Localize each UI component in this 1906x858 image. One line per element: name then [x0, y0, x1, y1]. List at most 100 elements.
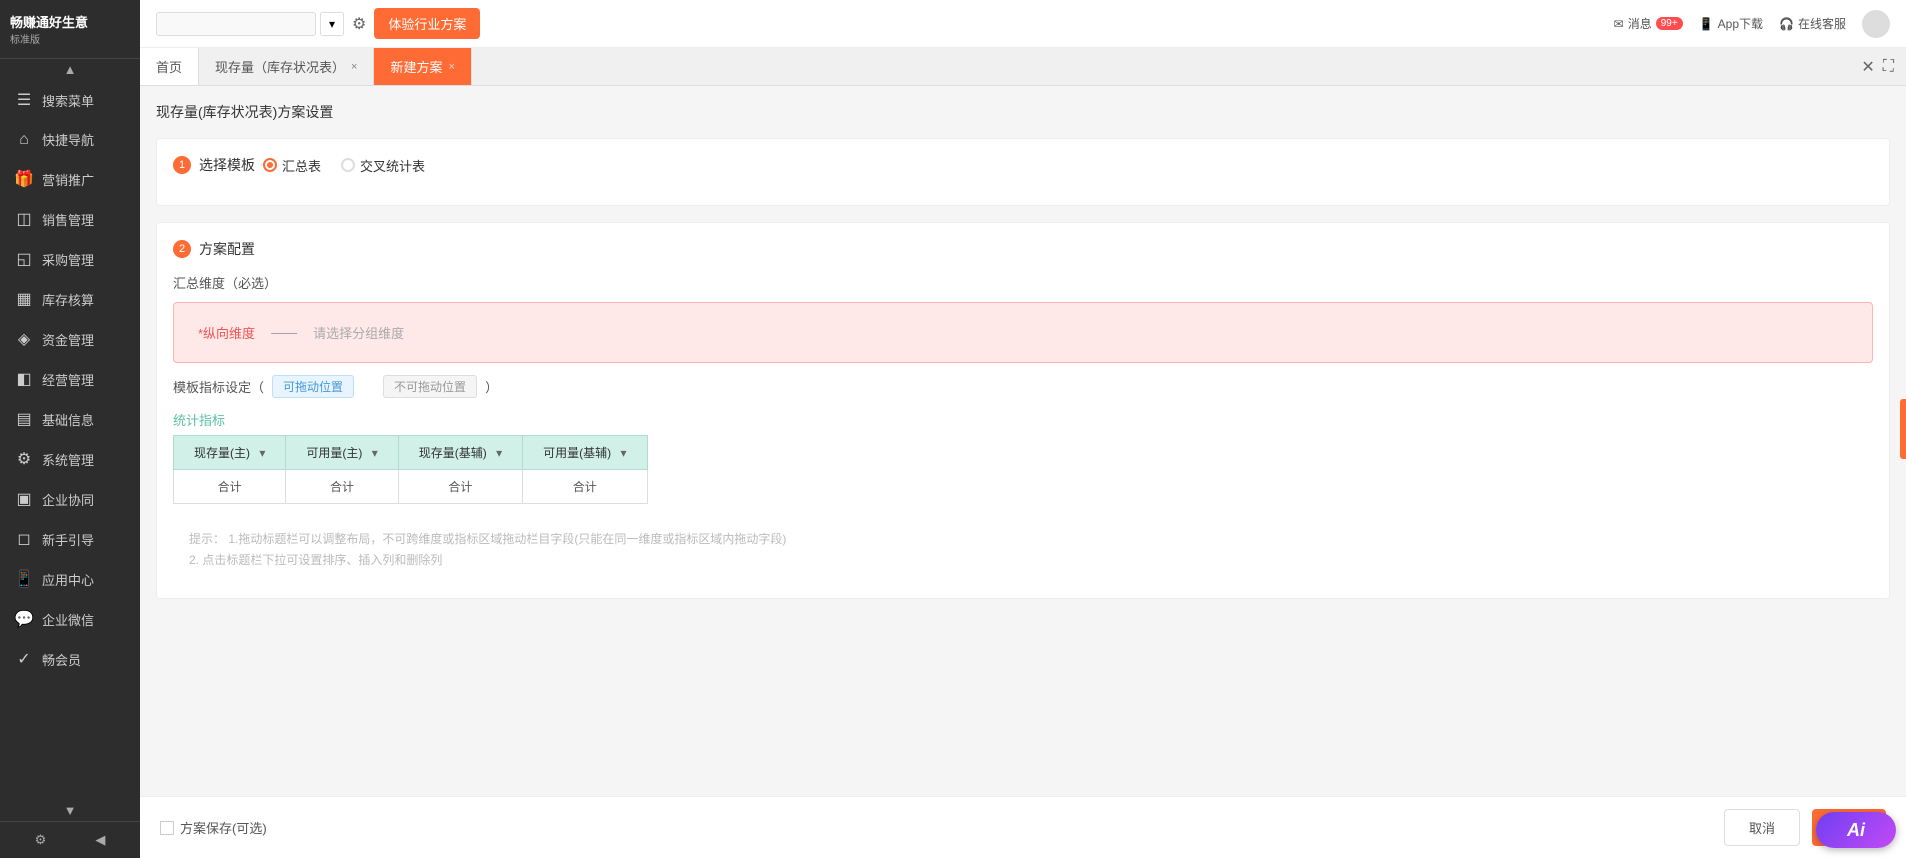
step1-card: 1 选择模板 汇总表 交叉统计表 [156, 138, 1890, 206]
stats-section: 统计指标 现存量(主) ▾ 可用量(主) ▾ [173, 410, 1873, 504]
sidebar-scroll-up[interactable]: ▲ [0, 59, 140, 80]
sidebar-item-finance[interactable]: ◈ 资金管理 [0, 319, 140, 359]
user-avatar[interactable] [1862, 10, 1890, 38]
message-icon: ✉ [1614, 17, 1624, 31]
app-edition: 标准版 [10, 31, 130, 46]
col-chevron-0[interactable]: ▾ [259, 446, 265, 460]
save-checkbox[interactable] [160, 821, 174, 835]
sidebar-item-system[interactable]: ⚙ 系统管理 [0, 439, 140, 479]
radio-summary-table[interactable]: 汇总表 [263, 156, 321, 175]
col-chevron-3[interactable]: ▾ [620, 446, 626, 460]
sidebar-item-operations[interactable]: ◧ 经营管理 [0, 359, 140, 399]
quick-nav-icon: ⌂ [14, 131, 34, 149]
sidebar-item-label: 畅会员 [42, 650, 81, 669]
col-header-2[interactable]: 现存量(基辅) ▾ [398, 436, 522, 470]
col-header-3[interactable]: 可用量(基辅) ▾ [523, 436, 647, 470]
col-header-0[interactable]: 现存量(主) ▾ [174, 436, 286, 470]
topbar-left: ▾ ⚙ 体验行业方案 [156, 8, 1602, 39]
content-area: 现存量(库存状况表)方案设置 1 选择模板 汇总表 交叉统计表 [140, 86, 1906, 796]
tab-expand-area: ✕ ⛶ [1849, 57, 1906, 77]
step2-title: 方案配置 [199, 239, 255, 259]
member-icon: ✓ [14, 649, 34, 669]
sidebar-item-label: 营销推广 [42, 170, 94, 189]
settings-gear-icon[interactable]: ⚙ [352, 14, 366, 34]
app-download-icon: 📱 [1699, 17, 1714, 31]
app-name: 畅赚通好生意 [10, 12, 130, 31]
col-chevron-2[interactable]: ▾ [496, 446, 502, 460]
search-dropdown-btn[interactable]: ▾ [320, 12, 344, 36]
online-service-item[interactable]: 🎧 在线客服 [1779, 15, 1846, 32]
operations-icon: ◧ [14, 369, 34, 389]
sidebar-item-label: 基础信息 [42, 410, 94, 429]
save-option-label: 方案保存(可选) [180, 818, 267, 837]
sidebar-item-label: 应用中心 [42, 570, 94, 589]
tab-fullscreen-icon[interactable]: ⛶ [1883, 58, 1894, 76]
tab-new-plan[interactable]: 新建方案 × [374, 48, 471, 85]
tip2-text: 2. 点击标题栏下拉可设置排序、插入列和删除列 [189, 553, 442, 567]
sidebar-item-app-center[interactable]: 📱 应用中心 [0, 559, 140, 599]
app-download-item[interactable]: 📱 App下载 [1699, 15, 1763, 32]
col-header-1[interactable]: 可用量(主) ▾ [286, 436, 398, 470]
tab-inventory-status[interactable]: 现存量（库存状况表） × [199, 48, 374, 85]
tab-home[interactable]: 首页 [140, 48, 199, 85]
system-icon: ⚙ [14, 449, 34, 469]
sidebar-item-search-menu[interactable]: ☰ 搜索菜单 [0, 80, 140, 120]
sidebar-item-enterprise[interactable]: ▣ 企业协同 [0, 479, 140, 519]
sidebar-item-sales[interactable]: ◫ 销售管理 [0, 199, 140, 239]
dimension-placeholder: 请选择分组维度 [313, 323, 404, 342]
save-option[interactable]: 方案保存(可选) [160, 818, 267, 837]
basic-info-icon: ▤ [14, 409, 34, 429]
sidebar-scroll-down[interactable]: ▼ [0, 800, 140, 821]
app-download-label: App下载 [1718, 15, 1763, 32]
sidebar-item-label: 企业微信 [42, 610, 94, 629]
sidebar-item-new-guide[interactable]: ◻ 新手引导 [0, 519, 140, 559]
dimension-dash: —— [271, 325, 297, 340]
indicator-row: 模板指标设定（ 可拖动位置 不可拖动位置 ） [173, 375, 1873, 398]
scroll-hint [1900, 399, 1906, 459]
tips-section: 提示： 1.拖动标题栏可以调整布局，不可跨维度或指标区域拖动栏目字段(只能在同一… [173, 520, 1873, 582]
sidebar-item-label: 库存核算 [42, 290, 94, 309]
enterprise-icon: ▣ [14, 489, 34, 509]
sidebar-item-wechat[interactable]: 💬 企业微信 [0, 599, 140, 639]
app-center-icon: 📱 [14, 569, 34, 589]
draggable-position-tag: 可拖动位置 [272, 375, 354, 398]
sidebar-item-quick-nav[interactable]: ⌂ 快捷导航 [0, 120, 140, 159]
cell-summary-2: 合计 [398, 470, 522, 504]
industry-solution-button[interactable]: 体验行业方案 [374, 8, 480, 39]
radio-summary-label: 汇总表 [282, 156, 321, 175]
inventory-status-tab-close[interactable]: × [351, 61, 357, 73]
sidebar-item-label: 销售管理 [42, 210, 94, 229]
sidebar-collapse-icon[interactable]: ◀ [95, 832, 105, 848]
ai-fab-button[interactable]: Ai [1816, 812, 1896, 848]
stats-table: 现存量(主) ▾ 可用量(主) ▾ 现存量(基辅) ▾ [173, 435, 648, 504]
col-chevron-1[interactable]: ▾ [372, 446, 378, 460]
step1-header: 1 选择模板 汇总表 交叉统计表 [173, 155, 1873, 175]
sidebar-item-label: 采购管理 [42, 250, 94, 269]
search-input[interactable] [156, 12, 316, 36]
sidebar-item-purchase[interactable]: ◱ 采购管理 [0, 239, 140, 279]
cell-summary-1: 合计 [286, 470, 398, 504]
sidebar-item-basic-info[interactable]: ▤ 基础信息 [0, 399, 140, 439]
cancel-button[interactable]: 取消 [1724, 809, 1800, 846]
new-plan-tab-close[interactable]: × [448, 61, 454, 73]
tab-close-icon[interactable]: ✕ [1861, 57, 1874, 77]
sidebar-item-label: 搜索菜单 [42, 91, 94, 110]
online-service-label: 在线客服 [1798, 15, 1846, 32]
sidebar-nav: ☰ 搜索菜单 ⌂ 快捷导航 🎁 营销推广 ◫ 销售管理 ◱ 采购管理 ▦ 库存核… [0, 80, 140, 800]
template-radio-group: 汇总表 交叉统计表 [263, 156, 425, 175]
tabbar: 首页 现存量（库存状况表） × 新建方案 × ✕ ⛶ [140, 48, 1906, 86]
table-row: 合计 合计 合计 合计 [174, 470, 648, 504]
stats-label: 统计指标 [173, 410, 1873, 429]
home-tab-label: 首页 [156, 57, 182, 76]
sidebar-item-marketing[interactable]: 🎁 营销推广 [0, 159, 140, 199]
messages-item[interactable]: ✉ 消息 99+ [1614, 15, 1683, 32]
dimension-box[interactable]: *纵向维度 —— 请选择分组维度 [173, 302, 1873, 363]
inventory-icon: ▦ [14, 289, 34, 309]
sidebar-settings-icon[interactable]: ⚙ [35, 832, 47, 848]
radio-cross-table[interactable]: 交叉统计表 [341, 156, 425, 175]
cell-summary-0: 合计 [174, 470, 286, 504]
sidebar-item-label: 快捷导航 [42, 130, 94, 149]
sidebar-item-inventory[interactable]: ▦ 库存核算 [0, 279, 140, 319]
sidebar-item-member[interactable]: ✓ 畅会员 [0, 639, 140, 679]
sidebar: 畅赚通好生意 标准版 ▲ ☰ 搜索菜单 ⌂ 快捷导航 🎁 营销推广 ◫ 销售管理… [0, 0, 140, 858]
